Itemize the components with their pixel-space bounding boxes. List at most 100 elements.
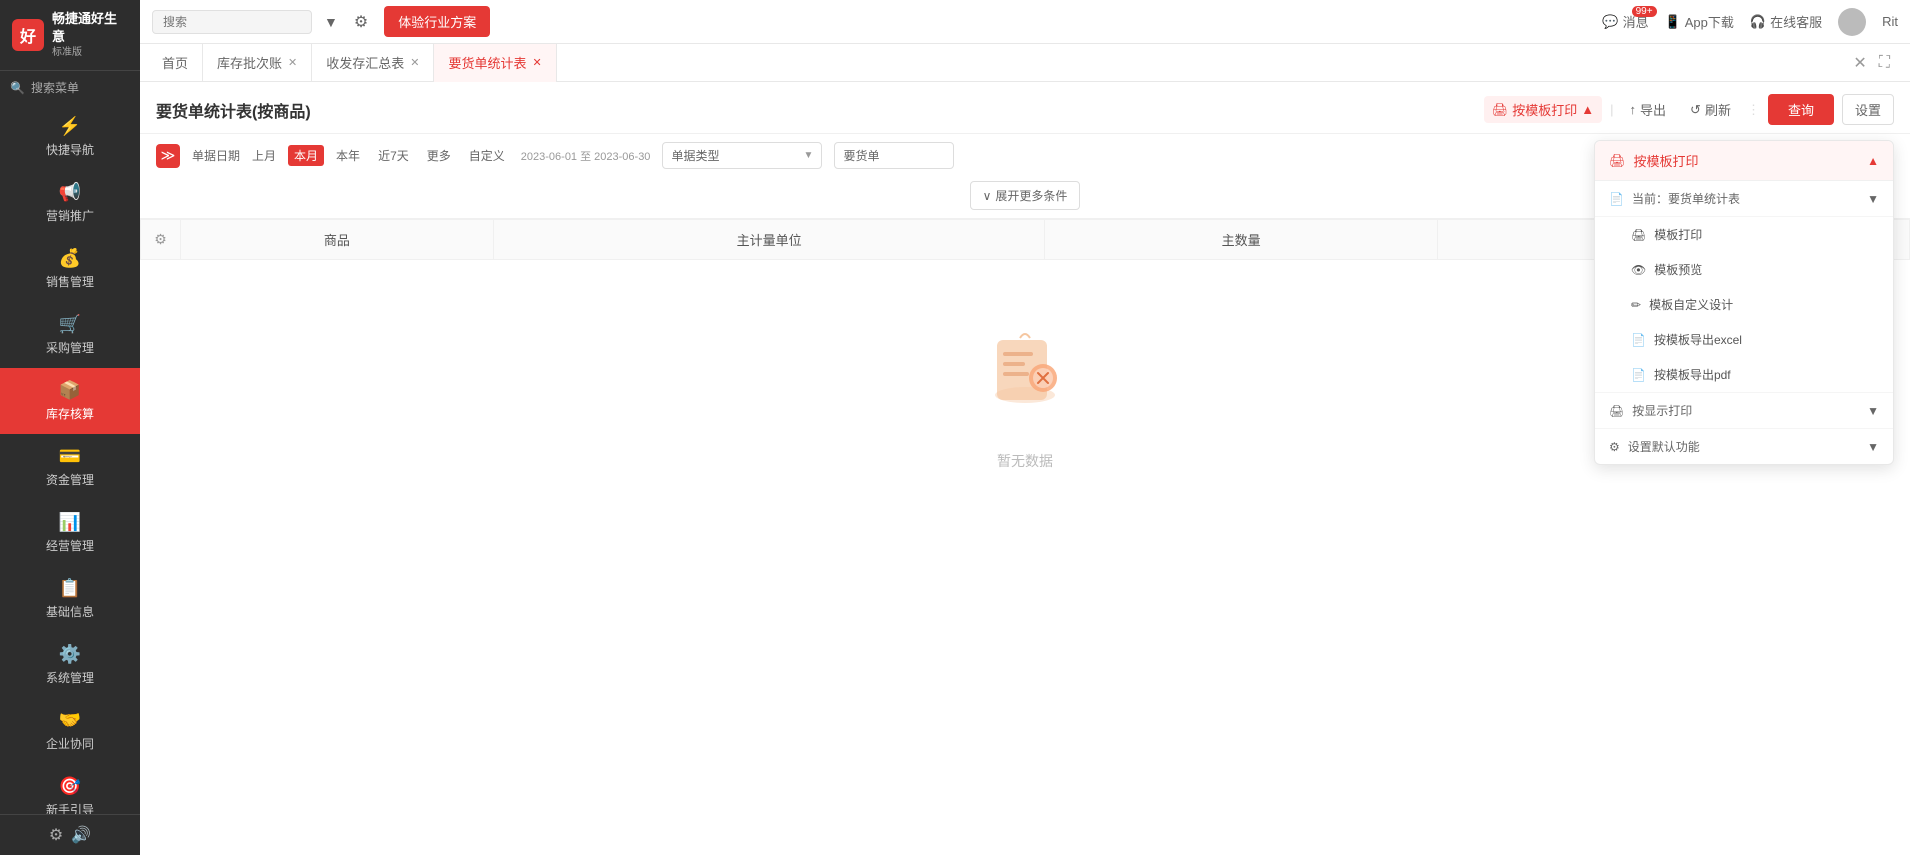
tab-inventory-batch-close[interactable]: ✕: [288, 56, 297, 69]
date-range-text: 2023-06-01 至 2023-06-30: [521, 148, 651, 164]
export-btn[interactable]: ↑ 导出: [1622, 96, 1675, 123]
expand-window-btn[interactable]: ⛶: [1875, 52, 1894, 74]
topbar: ▼ ⚙ 体验行业方案 💬 消息 99+ 📱 App下载 🎧 在线客服 Rit: [140, 0, 1910, 44]
export-icon: ↑: [1630, 102, 1637, 117]
filter-toggle-btn[interactable]: ≫: [156, 144, 180, 168]
refresh-btn[interactable]: ↺ 刷新: [1682, 96, 1739, 123]
dropdown-title: 按模板打印: [1634, 151, 1699, 170]
order-type-filter[interactable]: 单据类型 ▼: [662, 142, 822, 169]
dropdown-item-template-preview[interactable]: 👁 模板预览: [1595, 252, 1893, 287]
dropdown-default-left: ⚙ 设置默认功能: [1609, 438, 1700, 455]
dropdown-item-export-pdf[interactable]: 📄 按模板导出pdf: [1595, 357, 1893, 392]
topbar-right: 💬 消息 99+ 📱 App下载 🎧 在线客服 Rit: [1602, 8, 1898, 36]
date-btn-this-year[interactable]: 本年: [330, 145, 366, 166]
sidebar-item-quick-nav[interactable]: ⚡ 快捷导航: [0, 104, 140, 170]
sidebar-item-finance[interactable]: 💳 资金管理: [0, 434, 140, 500]
tab-order-summary-close[interactable]: ✕: [533, 56, 542, 69]
dropdown-display-print-header[interactable]: 🖨 按显示打印 ▼: [1595, 393, 1893, 428]
user-avatar[interactable]: [1838, 8, 1866, 36]
sidebar-item-guide[interactable]: 🎯 新手引导: [0, 764, 140, 814]
sidebar-item-basic-info[interactable]: 📋 基础信息: [0, 566, 140, 632]
query-btn[interactable]: 查询: [1768, 94, 1834, 125]
template-preview-label: 模板预览: [1654, 261, 1702, 278]
chevron-down-icon: ∨: [983, 189, 992, 203]
sidebar-item-system[interactable]: ⚙️ 系统管理: [0, 632, 140, 698]
sidebar: 好 畅捷通好生意 标准版 🔍 搜索菜单 ⚡ 快捷导航 📢 营销推广 💰 销售管理…: [0, 0, 140, 855]
date-btn-this-month[interactable]: 本月: [288, 145, 324, 166]
print-btn-label: 按模板打印: [1512, 100, 1577, 119]
operations-icon: 📊: [59, 512, 81, 533]
table-header-settings: ⚙: [141, 220, 181, 260]
table-header-product: 商品: [181, 220, 494, 260]
more-filters-label: 展开更多条件: [995, 187, 1067, 204]
system-icon: ⚙️: [59, 644, 81, 665]
volume-icon[interactable]: 🔊: [71, 825, 91, 845]
tab-home[interactable]: 首页: [148, 44, 203, 82]
username-label[interactable]: Rit: [1882, 14, 1898, 29]
export-pdf-label: 按模板导出pdf: [1654, 366, 1731, 383]
dropdown-current-section: 📄 当前：要货单统计表 ▼: [1595, 181, 1893, 217]
template-custom-label: 模板自定义设计: [1649, 296, 1733, 313]
page-title: 要货单统计表(按商品): [156, 98, 311, 122]
dropdown-header-left: 🖨 按模板打印: [1609, 151, 1699, 170]
dropdown-item-template-custom[interactable]: ✏ 模板自定义设计: [1595, 287, 1893, 322]
sidebar-item-label: 系统管理: [46, 669, 94, 686]
messages-btn[interactable]: 💬 消息 99+: [1602, 12, 1648, 31]
dropdown-default-section: ⚙ 设置默认功能 ▼: [1595, 429, 1893, 464]
sidebar-item-cooperation[interactable]: 🤝 企业协同: [0, 698, 140, 764]
dropdown-header[interactable]: 🖨 按模板打印 ▲: [1595, 141, 1893, 181]
topbar-search-input[interactable]: [152, 10, 312, 34]
order-type-arrow: ▼: [804, 150, 814, 161]
search-menu-btn[interactable]: 🔍 搜索菜单: [0, 71, 140, 104]
dropdown-display-print-section: 🖨 按显示打印 ▼: [1595, 393, 1893, 429]
topbar-dropdown-btn[interactable]: ▼: [320, 10, 342, 34]
date-btn-more[interactable]: 更多: [421, 145, 457, 166]
tab-order-summary[interactable]: 要货单统计表 ✕: [434, 44, 556, 82]
marketing-icon: 📢: [59, 182, 81, 203]
date-btn-custom[interactable]: 自定义: [463, 145, 511, 166]
avatar-img: [1838, 8, 1866, 36]
date-filter-label: 单据日期: [192, 147, 240, 164]
close-window-btn[interactable]: ✕: [1849, 51, 1870, 75]
app-download-icon: 📱: [1665, 14, 1681, 30]
trial-btn[interactable]: 体验行业方案: [384, 6, 490, 37]
settings-icon[interactable]: ⚙: [49, 825, 63, 845]
refresh-icon: ↺: [1690, 102, 1701, 118]
sidebar-item-operations[interactable]: 📊 经营管理: [0, 500, 140, 566]
basic-info-icon: 📋: [59, 578, 81, 599]
date-btn-last-month[interactable]: 上月: [246, 145, 282, 166]
app-download-btn[interactable]: 📱 App下载: [1665, 12, 1734, 31]
dropdown-current-header[interactable]: 📄 当前：要货单统计表 ▼: [1595, 181, 1893, 216]
template-print-icon: 🖨: [1631, 228, 1646, 242]
order-num-filter[interactable]: 要货单: [834, 142, 954, 169]
tabs-bar: 首页 库存批次账 ✕ 收发存汇总表 ✕ 要货单统计表 ✕ ✕ ⛶: [140, 44, 1910, 82]
tab-inventory-batch[interactable]: 库存批次账 ✕: [203, 44, 312, 82]
sidebar-item-inventory[interactable]: 📦 库存核算: [0, 368, 140, 434]
dropdown-items-section: 🖨 模板打印 👁 模板预览 ✏ 模板自定义设计 📄 按模板导出excel 📄: [1595, 217, 1893, 393]
sidebar-item-label: 经营管理: [46, 537, 94, 554]
print-btn[interactable]: 🖨 按模板打印 ▲: [1484, 96, 1602, 123]
more-filters-btn[interactable]: ∨ 展开更多条件: [970, 181, 1081, 210]
dropdown-default-header[interactable]: ⚙ 设置默认功能 ▼: [1595, 429, 1893, 464]
default-settings-label: 设置默认功能: [1628, 438, 1700, 455]
dropdown-display-print-left: 🖨 按显示打印: [1609, 402, 1692, 419]
online-service-btn[interactable]: 🎧 在线客服: [1750, 12, 1822, 31]
display-print-arrow: ▼: [1867, 404, 1879, 418]
sidebar-item-marketing[interactable]: 📢 营销推广: [0, 170, 140, 236]
topbar-settings-btn[interactable]: ⚙: [350, 8, 372, 36]
settings-btn[interactable]: 设置: [1842, 94, 1894, 125]
tab-receipt-summary[interactable]: 收发存汇总表 ✕: [312, 44, 434, 82]
tab-receipt-summary-close[interactable]: ✕: [410, 56, 419, 69]
sidebar-logo: 好 畅捷通好生意 标准版: [0, 0, 140, 71]
table-header-unit: 主计量单位: [493, 220, 1045, 260]
sidebar-item-sales[interactable]: 💰 销售管理: [0, 236, 140, 302]
dropdown-item-template-print[interactable]: 🖨 模板打印: [1595, 217, 1893, 252]
messages-badge: 99+: [1632, 6, 1657, 17]
sidebar-item-purchase[interactable]: 🛒 采购管理: [0, 302, 140, 368]
print-dropdown: 🖨 按模板打印 ▲ 📄 当前：要货单统计表 ▼ 🖨 模板打印: [1594, 140, 1894, 465]
current-template-label: 当前：要货单统计表: [1632, 190, 1740, 207]
table-settings-icon[interactable]: ⚙: [154, 231, 167, 247]
export-excel-icon: 📄: [1631, 333, 1646, 347]
dropdown-item-export-excel[interactable]: 📄 按模板导出excel: [1595, 322, 1893, 357]
date-btn-7days[interactable]: 近7天: [372, 145, 415, 166]
